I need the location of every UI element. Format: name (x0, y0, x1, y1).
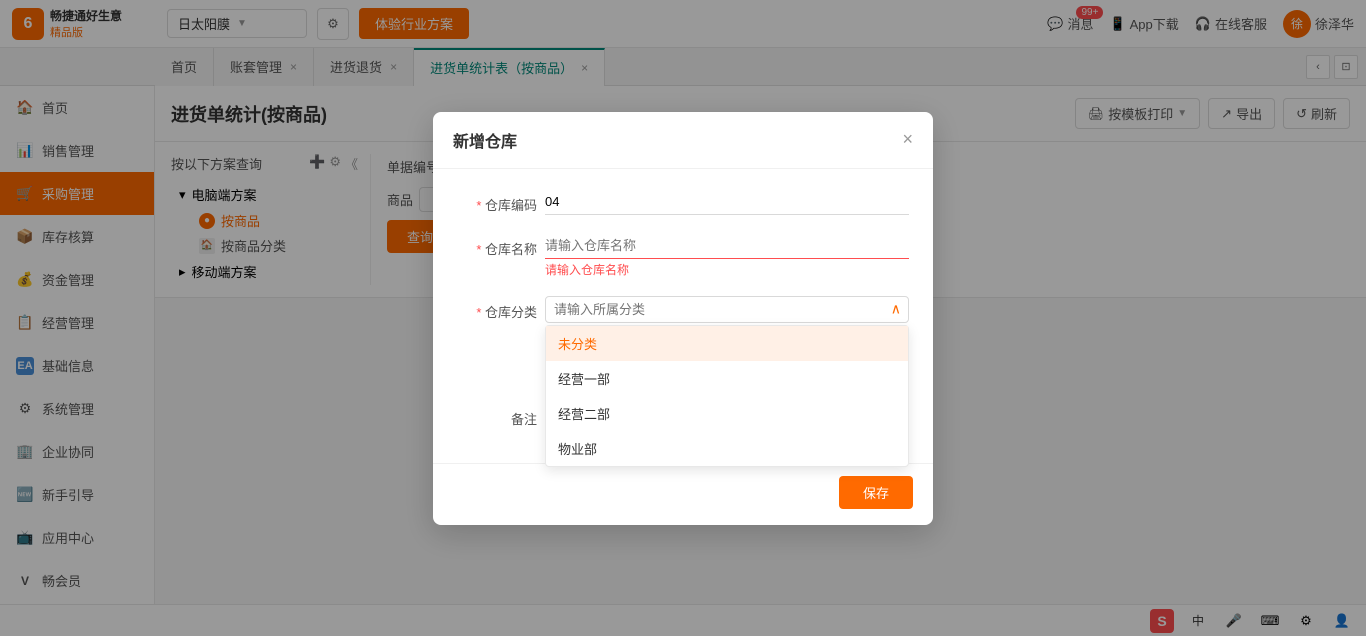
dialog-close-button[interactable]: × (902, 129, 913, 150)
category-dropdown: 未分类 经营一部 经营二部 物业部 (545, 325, 909, 467)
form-row-category: 仓库分类 ∧ 未分类 经营一部 经营二部 物业部 (457, 296, 909, 323)
name-error-msg: 请输入仓库名称 (545, 261, 909, 278)
save-button[interactable]: 保存 (839, 476, 913, 509)
name-input[interactable] (545, 233, 909, 259)
dialog-header: 新增仓库 × (433, 112, 933, 169)
dropdown-item-dept1[interactable]: 经营一部 (546, 361, 908, 396)
dialog-overlay: 新增仓库 × 仓库编码 仓库名称 请输入仓库名称 仓库分类 (0, 0, 1366, 636)
new-warehouse-dialog: 新增仓库 × 仓库编码 仓库名称 请输入仓库名称 仓库分类 (433, 112, 933, 525)
code-label: 仓库编码 (457, 189, 537, 214)
dropdown-item-dept2[interactable]: 经营二部 (546, 396, 908, 431)
category-select-wrapper: ∧ (545, 296, 909, 323)
name-label: 仓库名称 (457, 233, 537, 258)
dropdown-item-unclassified[interactable]: 未分类 (546, 326, 908, 361)
form-row-name: 仓库名称 请输入仓库名称 (457, 233, 909, 278)
dialog-title: 新增仓库 (453, 128, 517, 152)
dropdown-item-dept3[interactable]: 物业部 (546, 431, 908, 466)
form-row-code: 仓库编码 (457, 189, 909, 215)
category-field: ∧ 未分类 经营一部 经营二部 物业部 (545, 296, 909, 323)
dialog-body: 仓库编码 仓库名称 请输入仓库名称 仓库分类 ∧ (433, 169, 933, 463)
code-input[interactable] (545, 189, 909, 215)
note-label: 备注 (457, 403, 537, 428)
category-input[interactable] (545, 296, 909, 323)
code-field (545, 189, 909, 215)
dialog-footer: 保存 (433, 463, 933, 525)
category-label: 仓库分类 (457, 296, 537, 321)
name-field: 请输入仓库名称 (545, 233, 909, 278)
